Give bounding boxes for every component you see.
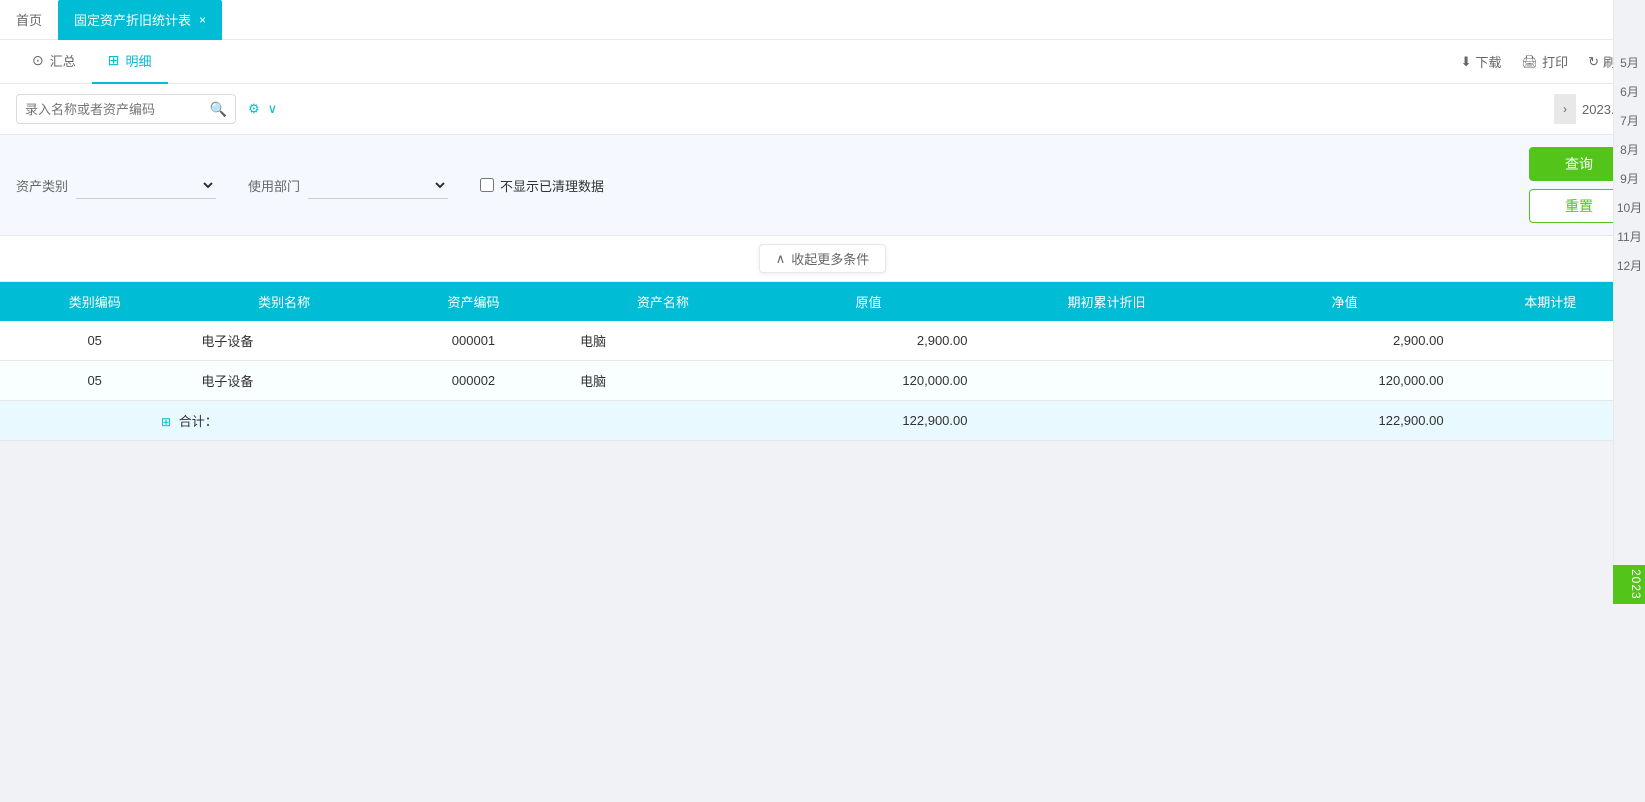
data-table: 类别编码 类别名称 资产编码 资产名称 原值 期初累计折旧 净值 本期计提 05… <box>0 282 1645 441</box>
top-nav: 首页 固定资产折旧统计表 × × <box>0 0 1645 40</box>
hide-cleared-checkbox[interactable] <box>480 178 494 192</box>
total-label: 合计： <box>179 414 218 429</box>
search-input[interactable] <box>25 102 206 117</box>
cell-asset-code: 000002 <box>379 361 568 401</box>
col-accumulated-depreciation: 期初累计折旧 <box>979 282 1233 321</box>
sidebar-month-12[interactable]: 12月 <box>1614 251 1645 280</box>
table-wrap: 类别编码 类别名称 资产编码 资产名称 原值 期初累计折旧 净值 本期计提 05… <box>0 282 1645 441</box>
cell-category-name: 电子设备 <box>189 321 378 361</box>
tab-close-button[interactable]: × <box>199 13 206 27</box>
tab-summary-label: 汇总 <box>50 51 76 70</box>
asset-category-label: 资产类别 <box>16 176 68 195</box>
cell-category-code: 05 <box>0 321 189 361</box>
asset-category-select[interactable] <box>76 171 216 199</box>
refresh-icon: ↻ <box>1588 54 1599 70</box>
sidebar-month-5[interactable]: 5月 <box>1614 48 1645 77</box>
cell-asset-code: 000001 <box>379 321 568 361</box>
active-tab: 固定资产折旧统计表 × <box>58 0 222 40</box>
collapse-row: ∧ 收起更多条件 <box>0 236 1645 282</box>
total-label-cell: ⊞ 合计： <box>0 401 379 441</box>
col-category-code: 类别编码 <box>0 282 189 321</box>
cell-accumulated-depreciation <box>979 361 1233 401</box>
chevron-down-icon: ∨ <box>268 101 278 117</box>
tab-title: 固定资产折旧统计表 <box>74 10 191 29</box>
total-accumulated <box>979 401 1233 441</box>
toolbar: ⊙ 汇总 ⊞ 明细 ⬇ 下载 🖨 打印 ↻ 刷新 <box>0 40 1645 84</box>
table-row: 05 电子设备 000001 电脑 2,900.00 2,900.00 <box>0 321 1645 361</box>
tab-summary[interactable]: ⊙ 汇总 <box>16 40 92 84</box>
chevron-up-icon: ∧ <box>776 251 786 267</box>
filter-row: 资产类别 使用部门 不显示已清理数据 查询 重置 <box>0 135 1645 236</box>
department-filter: 使用部门 <box>248 171 448 199</box>
col-net-value: 净值 <box>1234 282 1456 321</box>
search-input-wrap: 🔍 <box>16 94 236 124</box>
sidebar-month-8[interactable]: 8月 <box>1614 135 1645 164</box>
download-button[interactable]: ⬇ 下载 <box>1461 52 1502 71</box>
asset-category-filter: 资产类别 <box>16 171 216 199</box>
sidebar-month-9[interactable]: 9月 <box>1614 164 1645 193</box>
print-label: 打印 <box>1542 52 1568 71</box>
cell-category-code: 05 <box>0 361 189 401</box>
right-sidebar: 5月 6月 7月 8月 9月 10月 11月 12月 2023 <box>1613 0 1645 604</box>
total-original-value: 122,900.00 <box>758 401 980 441</box>
cell-accumulated-depreciation <box>979 321 1233 361</box>
col-asset-name: 资产名称 <box>568 282 757 321</box>
cell-net-value: 120,000.00 <box>1234 361 1456 401</box>
main-content: 类别编码 类别名称 资产编码 资产名称 原值 期初累计折旧 净值 本期计提 05… <box>0 282 1645 802</box>
col-original-value: 原值 <box>758 282 980 321</box>
print-button[interactable]: 🖨 打印 <box>1522 52 1569 71</box>
collapse-button[interactable]: ∧ 收起更多条件 <box>759 244 887 273</box>
cell-net-value: 2,900.00 <box>1234 321 1456 361</box>
cell-original-value: 2,900.00 <box>758 321 980 361</box>
cell-category-name: 电子设备 <box>189 361 378 401</box>
home-tab[interactable]: 首页 <box>16 10 58 29</box>
sidebar-month-10[interactable]: 10月 <box>1614 193 1645 222</box>
date-arrow-button[interactable]: › <box>1554 94 1576 124</box>
cell-asset-name: 电脑 <box>568 361 757 401</box>
main-layout: 类别编码 类别名称 资产编码 资产名称 原值 期初累计折旧 净值 本期计提 05… <box>0 282 1645 802</box>
summary-icon: ⊙ <box>32 52 44 69</box>
tab-detail[interactable]: ⊞ 明细 <box>92 40 168 84</box>
table-row: 05 电子设备 000002 电脑 120,000.00 120,000.00 <box>0 361 1645 401</box>
filter-icon: ⚙ <box>248 101 260 117</box>
total-empty-1 <box>379 401 568 441</box>
search-bar: 🔍 ⚙ ∨ › 2023.01 <box>0 84 1645 135</box>
total-row: ⊞ 合计： 122,900.00 122,900.00 <box>0 401 1645 441</box>
total-icon: ⊞ <box>161 415 171 429</box>
tab-detail-label: 明细 <box>125 51 151 70</box>
hide-cleared-label: 不显示已清理数据 <box>500 176 604 195</box>
total-net-value: 122,900.00 <box>1234 401 1456 441</box>
department-label: 使用部门 <box>248 176 300 195</box>
toolbar-right: ⬇ 下载 🖨 打印 ↻ 刷新 <box>1461 52 1629 71</box>
col-category-name: 类别名称 <box>189 282 378 321</box>
sidebar-month-6[interactable]: 6月 <box>1614 77 1645 106</box>
download-label: 下载 <box>1476 52 1502 71</box>
col-asset-code: 资产编码 <box>379 282 568 321</box>
search-icon: 🔍 <box>210 101 227 118</box>
department-select[interactable] <box>308 171 448 199</box>
table-header: 类别编码 类别名称 资产编码 资产名称 原值 期初累计折旧 净值 本期计提 <box>0 282 1645 321</box>
cell-original-value: 120,000.00 <box>758 361 980 401</box>
collapse-label: 收起更多条件 <box>791 249 869 268</box>
table-body: 05 电子设备 000001 电脑 2,900.00 2,900.00 05 电… <box>0 321 1645 441</box>
more-conditions-button[interactable]: ⚙ ∨ <box>248 101 277 117</box>
sidebar-month-11[interactable]: 11月 <box>1614 222 1645 251</box>
detail-icon: ⊞ <box>108 52 120 69</box>
total-empty-2 <box>568 401 757 441</box>
hide-cleared-filter: 不显示已清理数据 <box>480 176 604 195</box>
cell-asset-name: 电脑 <box>568 321 757 361</box>
print-icon: 🖨 <box>1522 54 1539 70</box>
year-badge[interactable]: 2023 <box>1613 565 1645 604</box>
sidebar-month-7[interactable]: 7月 <box>1614 106 1645 135</box>
download-icon: ⬇ <box>1461 54 1472 70</box>
